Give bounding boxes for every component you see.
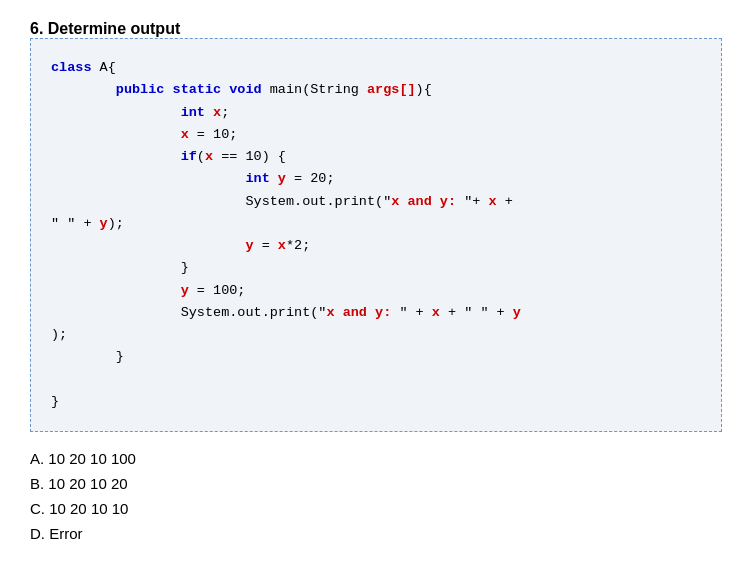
answer-option-a[interactable]: A. 10 20 10 100 bbox=[30, 450, 722, 467]
question-title: 6. Determine output bbox=[30, 20, 722, 38]
answer-option-c[interactable]: C. 10 20 10 10 bbox=[30, 500, 722, 517]
answer-option-d[interactable]: D. Error bbox=[30, 525, 722, 542]
answer-option-b[interactable]: B. 10 20 10 20 bbox=[30, 475, 722, 492]
code-container: class A{ public static void main(String … bbox=[30, 38, 722, 432]
answers-section: A. 10 20 10 100 B. 10 20 10 20 C. 10 20 … bbox=[30, 450, 722, 542]
